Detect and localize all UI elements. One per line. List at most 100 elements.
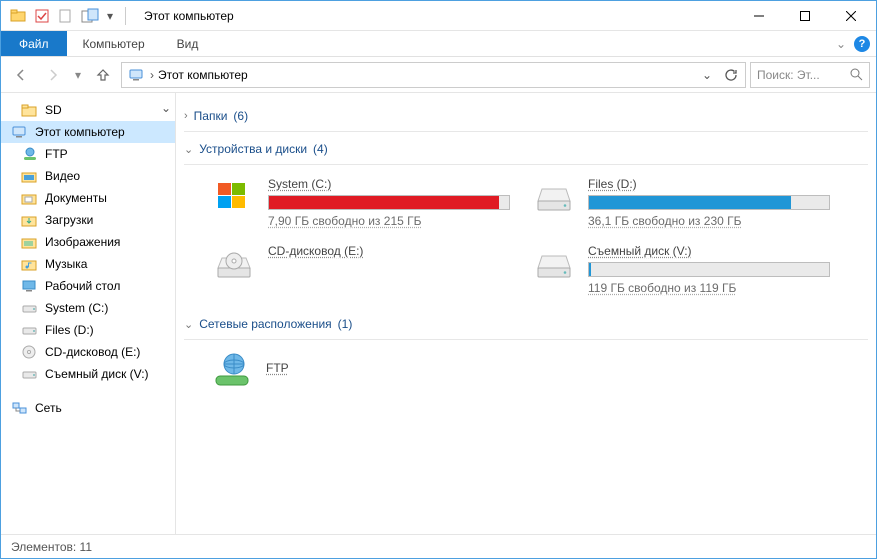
sidebar-item-13[interactable]: Сеть [1, 397, 175, 419]
computer-icon [11, 123, 29, 141]
pictures-icon [21, 233, 39, 251]
ribbon: Файл Компьютер Вид ⌄ ? [1, 31, 876, 57]
sidebar-item-label: Files (D:) [45, 323, 94, 337]
statusbar: Элементов: 11 [1, 534, 876, 558]
search-placeholder: Поиск: Эт... [757, 68, 820, 82]
drive-name: Съемный диск (V:) [588, 244, 830, 258]
maximize-button[interactable] [782, 1, 828, 31]
drive-free-text: 119 ГБ свободно из 119 ГБ [588, 281, 830, 295]
group-label: Устройства и диски [199, 142, 307, 156]
window-title: Этот компьютер [144, 9, 234, 23]
group-network[interactable]: ⌄ Сетевые расположения (1) [184, 317, 868, 331]
address-bar[interactable]: › Этот компьютер ⌄ [121, 62, 746, 88]
sidebar-item-label: Изображения [45, 235, 120, 249]
group-drives[interactable]: ⌄ Устройства и диски (4) [184, 142, 868, 156]
drive-free-text: 36,1 ГБ свободно из 230 ГБ [588, 214, 830, 228]
sidebar: ⌄ SD Этот компьютер FTP Видео Документы Загру… [1, 93, 176, 534]
sidebar-item-label: SD [45, 103, 62, 117]
drive-item[interactable]: CD-дисковод (E:) [210, 244, 510, 295]
divider [184, 339, 868, 340]
computer-icon [128, 67, 146, 83]
drive-item[interactable]: Съемный диск (V:) 119 ГБ свободно из 119 … [530, 244, 830, 295]
sidebar-item-label: Документы [45, 191, 107, 205]
recent-dropdown[interactable]: ▾ [71, 61, 85, 89]
sidebar-item-3[interactable]: Видео [1, 165, 175, 187]
network-icon [21, 145, 39, 163]
sidebar-item-label: Загрузки [45, 213, 93, 227]
help-button[interactable]: ? [854, 36, 870, 52]
chevron-down-icon: ⌄ [184, 318, 193, 331]
documents-icon [21, 189, 39, 207]
folder-icon[interactable] [7, 5, 29, 27]
net-icon [11, 399, 29, 417]
drive-name: System (C:) [268, 177, 510, 191]
expand-ribbon-icon[interactable]: ⌄ [836, 37, 846, 51]
sidebar-item-10[interactable]: Files (D:) [1, 319, 175, 341]
navigation-row: ▾ › Этот компьютер ⌄ Поиск: Эт... [1, 57, 876, 93]
divider [125, 7, 126, 25]
sidebar-item-8[interactable]: Рабочий стол [1, 275, 175, 297]
sidebar-item-7[interactable]: Музыка [1, 253, 175, 275]
file-tab[interactable]: Файл [1, 31, 67, 56]
desktop-icon [21, 277, 39, 295]
netloc-name: FTP [266, 361, 289, 375]
divider [184, 164, 868, 165]
group-count: (1) [338, 317, 353, 331]
status-count: 11 [80, 540, 92, 554]
qat-dropdown-icon[interactable]: ▾ [103, 5, 117, 27]
sidebar-item-1[interactable]: Этот компьютер [1, 121, 175, 143]
quick-access-toolbar: ▾ [3, 5, 136, 27]
videos-icon [21, 167, 39, 185]
sidebar-item-label: Музыка [45, 257, 87, 271]
sidebar-item-12[interactable]: Съемный диск (V:) [1, 363, 175, 385]
sidebar-item-label: Сеть [35, 401, 62, 415]
titlebar: ▾ Этот компьютер [1, 1, 876, 31]
group-label: Папки [194, 109, 228, 123]
breadcrumb-root[interactable]: › Этот компьютер [124, 67, 252, 83]
chevron-down-icon[interactable]: ⌄ [161, 101, 171, 115]
minimize-button[interactable] [736, 1, 782, 31]
drive-icon [530, 177, 578, 217]
forward-button[interactable] [39, 61, 67, 89]
close-button[interactable] [828, 1, 874, 31]
usage-bar [588, 195, 830, 210]
properties-icon[interactable] [31, 5, 53, 27]
usage-bar [588, 262, 830, 277]
search-input[interactable]: Поиск: Эт... [750, 62, 870, 88]
drive-item[interactable]: Files (D:) 36,1 ГБ свободно из 230 ГБ [530, 177, 830, 228]
usage-bar [268, 195, 510, 210]
group-label: Сетевые расположения [199, 317, 331, 331]
paste-icon[interactable] [79, 5, 101, 27]
sidebar-item-4[interactable]: Документы [1, 187, 175, 209]
drive-item[interactable]: System (C:)7,90 ГБ свободно из 215 ГБ [210, 177, 510, 228]
sidebar-item-11[interactable]: CD-дисковод (E:) [1, 341, 175, 363]
network-location[interactable]: FTP [210, 350, 868, 390]
drive-name: Files (D:) [588, 177, 830, 191]
address-dropdown-icon[interactable]: ⌄ [695, 63, 719, 87]
group-folders[interactable]: › Папки (6) [184, 109, 868, 123]
tab-computer[interactable]: Компьютер [67, 31, 161, 56]
sidebar-item-6[interactable]: Изображения [1, 231, 175, 253]
ftp-icon [210, 350, 254, 390]
sidebar-item-2[interactable]: FTP [1, 143, 175, 165]
breadcrumb-label: Этот компьютер [158, 68, 248, 82]
drive-icon [210, 177, 258, 217]
sidebar-item-label: FTP [45, 147, 68, 161]
music-icon [21, 255, 39, 273]
sidebar-item-label: Этот компьютер [35, 125, 125, 139]
new-folder-icon[interactable] [55, 5, 77, 27]
sidebar-item-5[interactable]: Загрузки [1, 209, 175, 231]
sidebar-item-label: Съемный диск (V:) [45, 367, 149, 381]
sidebar-item-label: Видео [45, 169, 80, 183]
group-count: (6) [233, 109, 248, 123]
refresh-button[interactable] [719, 63, 743, 87]
folder-icon [21, 101, 39, 119]
group-count: (4) [313, 142, 328, 156]
back-button[interactable] [7, 61, 35, 89]
drive-icon [530, 244, 578, 284]
up-button[interactable] [89, 61, 117, 89]
tab-view[interactable]: Вид [161, 31, 215, 56]
sidebar-item-9[interactable]: System (C:) [1, 297, 175, 319]
sidebar-item-0[interactable]: SD [1, 99, 175, 121]
divider [184, 131, 868, 132]
